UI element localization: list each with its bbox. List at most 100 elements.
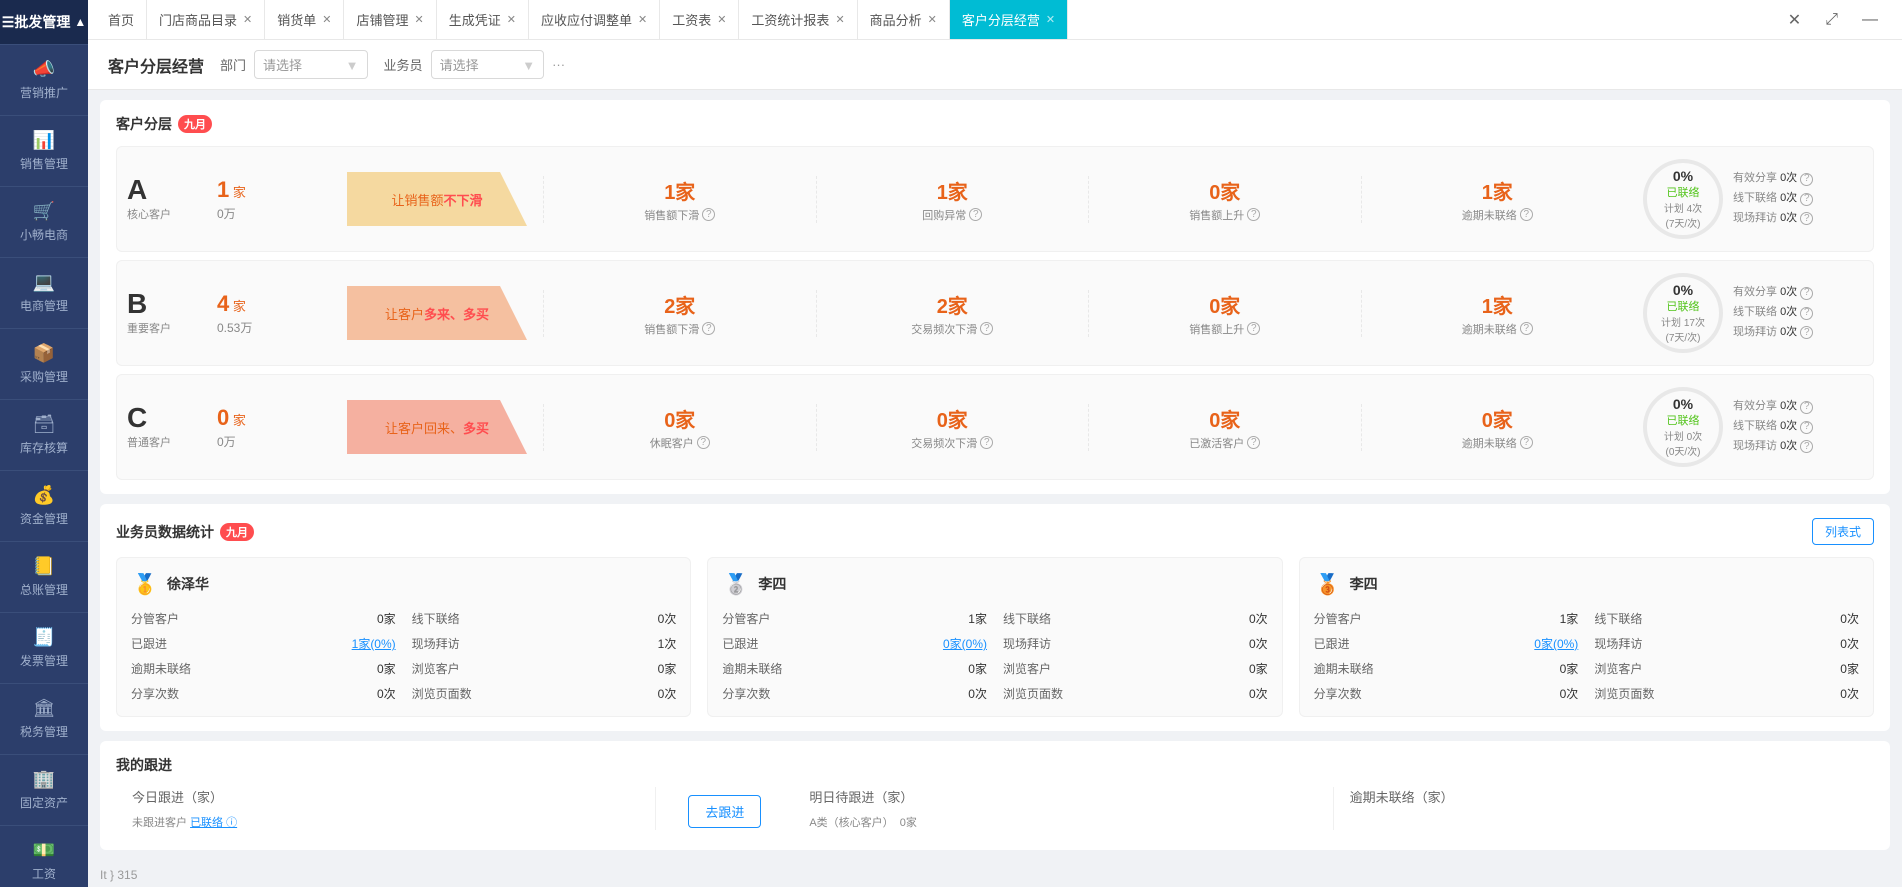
staff-stat-row-0-4: 逾期未联络 0家 (131, 658, 396, 679)
info-icon-contact-2-1[interactable]: ? (1800, 421, 1813, 434)
sidebar-item-总账管理[interactable]: 📒总账管理 (0, 542, 88, 613)
tab-close-5[interactable]: ✕ (638, 13, 647, 26)
dept-select[interactable]: 请选择 ▼ (254, 50, 368, 79)
tier-stat-A-3[interactable]: 1家 逾期未联络 ? (1361, 176, 1634, 223)
info-icon-2-2[interactable]: ? (1247, 436, 1260, 449)
tab-close-4[interactable]: ✕ (507, 13, 516, 26)
info-icon-0-0[interactable]: ? (702, 208, 715, 221)
tab-close-8[interactable]: ✕ (928, 13, 937, 26)
tier-stat-C-1[interactable]: 0家 交易频次下滑 ? (816, 404, 1089, 451)
tab-4[interactable]: 生成凭证✕ (437, 0, 529, 40)
info-icon-contact-0-2[interactable]: ? (1800, 212, 1813, 225)
tab-close-6[interactable]: ✕ (717, 13, 726, 26)
dept-label: 部门 (220, 55, 246, 74)
tab-5[interactable]: 应收应付调整单 ✕ (529, 0, 660, 40)
tier-stat-C-2[interactable]: 0家 已激活客户 ? (1088, 404, 1361, 451)
sidebar-icon-10: 🏢 (33, 769, 55, 790)
info-icon-contact-1-1[interactable]: ? (1800, 307, 1813, 320)
staff-stat-val-2-2[interactable]: 0家(0%) (1534, 635, 1578, 652)
tier-stat-label-B-2: 销售额上升 ? (1189, 321, 1260, 337)
info-icon-contact-1-0[interactable]: ? (1800, 287, 1813, 300)
staff-stat-label-1-2: 已跟进 (722, 635, 758, 652)
goto-followup-button[interactable]: 去跟进 (688, 795, 761, 828)
tier-stat-B-2[interactable]: 0家 销售额上升 ? (1088, 290, 1361, 337)
info-icon-contact-2-2[interactable]: ? (1800, 440, 1813, 453)
sidebar-top[interactable]: ☰ 批发管理 ▲ (0, 0, 88, 45)
tab-3[interactable]: 店铺管理✕ (344, 0, 436, 40)
staff-stat-val-0-2[interactable]: 1家(0%) (352, 635, 396, 652)
info-icon-1-3[interactable]: ? (1520, 322, 1533, 335)
info-icon-1-1[interactable]: ? (980, 322, 993, 335)
info-icon-0-3[interactable]: ? (1520, 208, 1533, 221)
sidebar-item-资金管理[interactable]: 💰资金管理 (0, 471, 88, 542)
tier-label-A: A 核心客户 (127, 176, 207, 222)
tier-stat-A-0[interactable]: 1家 销售额下滑 ? (543, 176, 816, 223)
tier-contact-item-2-1: 线下联络 0次 ? (1733, 417, 1863, 437)
customer-section-title: 客户分层 九月 (116, 114, 1874, 134)
staff-stats-section: 业务员数据统计 九月 列表式 🥇 徐泽华 分管客户 0家 线下联络 0次 已跟进 (100, 504, 1890, 731)
info-icon-2-0[interactable]: ? (697, 436, 710, 449)
tier-stats-B: 2家 销售额下滑 ? 2家 交易频次下滑 ? 0家 销售额上升 ? 1家 逾期未… (543, 290, 1633, 337)
sidebar-item-税务管理[interactable]: 🏛税务管理 (0, 684, 88, 755)
sidebar-label-5: 库存核算 (20, 439, 68, 456)
tier-circle-label-B: 已联络 (1667, 298, 1700, 314)
tab-minimize-button[interactable]: — (1854, 9, 1886, 31)
staff-stat-row-1-1: 线下联络 0次 (1003, 608, 1268, 629)
tier-circle-label-A: 已联络 (1667, 184, 1700, 200)
tab-close-all-button[interactable]: ✕ (1780, 8, 1809, 32)
followup-today-link1[interactable]: 已联络 ⓘ (190, 817, 237, 829)
tab-maximize-button[interactable]: ⤢ (1817, 9, 1846, 31)
tab-0[interactable]: 首页 (96, 0, 147, 40)
sidebar-item-小畅电商[interactable]: 🛒小畅电商 (0, 187, 88, 258)
tab-6[interactable]: 工资表✕ (660, 0, 739, 40)
info-icon-contact-2-0[interactable]: ? (1800, 401, 1813, 414)
followup-today-card: 今日跟进（家） 未跟进客户 已联络 ⓘ (116, 787, 656, 830)
info-icon-contact-1-2[interactable]: ? (1800, 326, 1813, 339)
staff-stat-val-1-1: 0次 (1249, 610, 1268, 627)
sidebar-item-采购管理[interactable]: 📦采购管理 (0, 329, 88, 400)
tab-8[interactable]: 商品分析✕ (858, 0, 950, 40)
tier-stat-C-0[interactable]: 0家 休眠客户 ? (543, 404, 816, 451)
staff-stat-val-1-7: 0次 (1249, 685, 1268, 702)
sidebar-item-发票管理[interactable]: 🧾发票管理 (0, 613, 88, 684)
info-icon-contact-0-1[interactable]: ? (1800, 193, 1813, 206)
list-view-button[interactable]: 列表式 (1812, 518, 1874, 545)
info-icon-1-2[interactable]: ? (1247, 322, 1260, 335)
tab-close-7[interactable]: ✕ (835, 13, 844, 26)
tier-stat-A-2[interactable]: 0家 销售额上升 ? (1088, 176, 1361, 223)
tab-2[interactable]: 销货单✕ (265, 0, 344, 40)
sidebar-item-库存核算[interactable]: 🗃库存核算 (0, 400, 88, 471)
info-icon-0-2[interactable]: ? (1247, 208, 1260, 221)
tab-label-5: 应收应付调整单 (541, 10, 632, 29)
staff-stat-val-1-2[interactable]: 0家(0%) (943, 635, 987, 652)
tab-1[interactable]: 门店商品目录✕ (147, 0, 265, 40)
tab-7[interactable]: 工资统计报表✕ (739, 0, 857, 40)
sidebar-item-固定资产[interactable]: 🏢固定资产 (0, 755, 88, 826)
tab-close-2[interactable]: ✕ (322, 13, 331, 26)
tier-amount-A: 0万 (217, 205, 236, 222)
tier-stat-A-1[interactable]: 1家 回购异常 ? (816, 176, 1089, 223)
tier-stat-C-3[interactable]: 0家 逾期未联络 ? (1361, 404, 1634, 451)
content-area: 客户分层经营 部门 请选择 ▼ 业务员 请选择 ▼ ··· 客户分层 (88, 40, 1902, 887)
info-icon-2-1[interactable]: ? (980, 436, 993, 449)
tier-stat-B-1[interactable]: 2家 交易频次下滑 ? (816, 290, 1089, 337)
sidebar-item-电商管理[interactable]: 💻电商管理 (0, 258, 88, 329)
tab-close-1[interactable]: ✕ (243, 13, 252, 26)
tier-stat-B-0[interactable]: 2家 销售额下滑 ? (543, 290, 816, 337)
staff-stat-label-1-7: 浏览页面数 (1003, 685, 1063, 702)
info-icon-1-0[interactable]: ? (702, 322, 715, 335)
tab-close-3[interactable]: ✕ (415, 13, 424, 26)
staff-select[interactable]: 请选择 ▼ (431, 50, 545, 79)
staff-name-0: 徐泽华 (167, 574, 209, 594)
tab-close-9[interactable]: ✕ (1046, 13, 1055, 26)
sidebar-item-营销推广[interactable]: 📣营销推广 (0, 45, 88, 116)
sidebar-item-销售管理[interactable]: 📊销售管理 (0, 116, 88, 187)
info-icon-0-1[interactable]: ? (969, 208, 982, 221)
tier-stat-B-3[interactable]: 1家 逾期未联络 ? (1361, 290, 1634, 337)
tier-label-B: B 重要客户 (127, 290, 207, 336)
more-options-button[interactable]: ··· (552, 57, 565, 72)
tab-9[interactable]: 客户分层经营✕ (950, 0, 1068, 40)
sidebar-item-工资[interactable]: 💵工资 (0, 826, 88, 887)
info-icon-2-3[interactable]: ? (1520, 436, 1533, 449)
info-icon-contact-0-0[interactable]: ? (1800, 173, 1813, 186)
